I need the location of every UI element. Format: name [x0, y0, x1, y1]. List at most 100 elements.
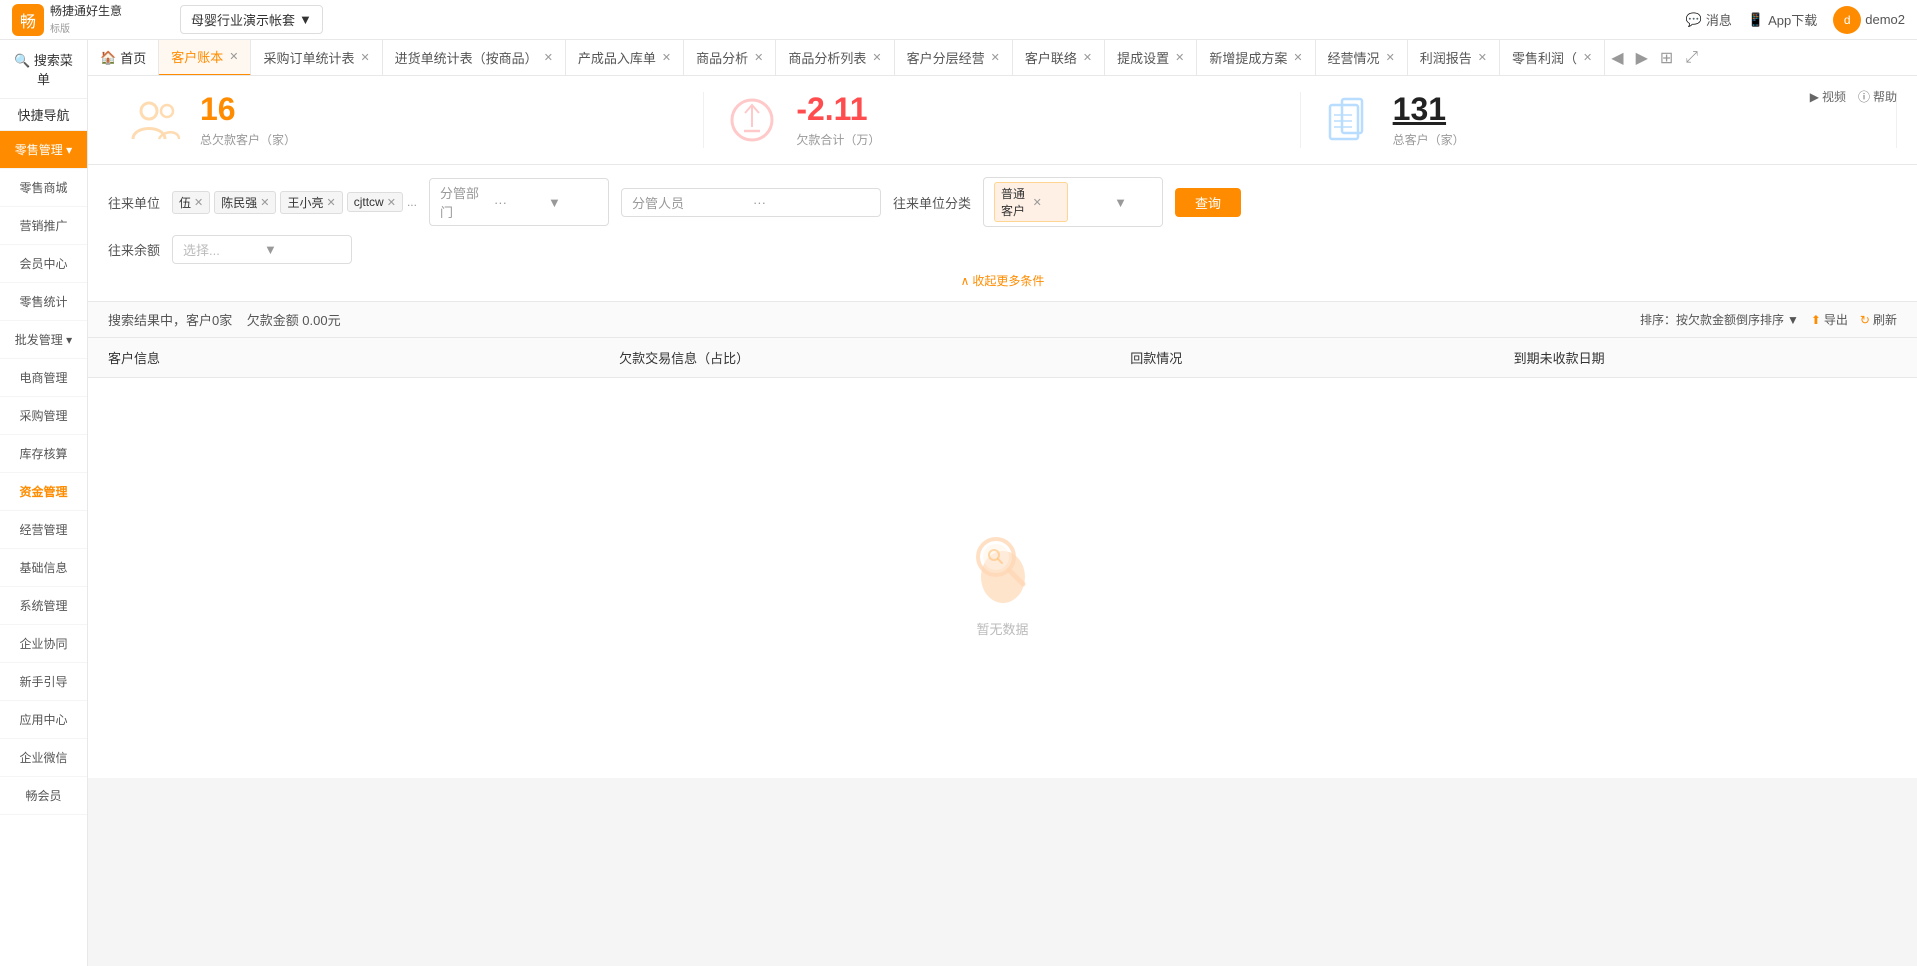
- tab-scroll-left[interactable]: ◀: [1605, 48, 1629, 68]
- tab-inbound-stat[interactable]: 进货单统计表（按商品） ✕: [383, 40, 566, 76]
- sidebar-item-marketing[interactable]: 营销推广: [0, 207, 87, 245]
- sidebar-search[interactable]: 🔍 搜索菜单: [0, 40, 87, 99]
- tab-close-icon[interactable]: ✕: [991, 51, 1000, 64]
- total-clients-label: 总客户（家）: [1393, 131, 1465, 148]
- tab-close-icon[interactable]: ✕: [754, 51, 763, 64]
- tab-goods-analysis-list[interactable]: 商品分析列表 ✕: [776, 40, 894, 76]
- sidebar: 🔍 搜索菜单 快捷导航 零售管理 ▾ 零售商城 营销推广 会员中心 零售统计 批…: [0, 40, 88, 966]
- refresh-btn[interactable]: ↻ 刷新: [1860, 311, 1897, 328]
- filter-more-btn[interactable]: ...: [407, 195, 417, 209]
- user-avatar-btn[interactable]: d demo2: [1833, 6, 1905, 34]
- sidebar-item-enterprise-wechat[interactable]: 企业微信: [0, 739, 87, 777]
- tag-close-icon[interactable]: ✕: [327, 196, 336, 209]
- tab-raise-settings[interactable]: 提成设置 ✕: [1105, 40, 1197, 76]
- tag-close-icon[interactable]: ✕: [194, 196, 203, 209]
- tab-close-icon[interactable]: ✕: [544, 51, 553, 64]
- sidebar-item-member-center[interactable]: 会员中心: [0, 245, 87, 283]
- tab-label: 首页: [120, 48, 146, 67]
- tab-fullscreen-icon[interactable]: ⤢: [1679, 49, 1704, 67]
- sort-label: 排序：按欠款金额倒序排序: [1640, 311, 1784, 328]
- tab-close-icon[interactable]: ✕: [662, 51, 671, 64]
- video-btn[interactable]: ▶ 视频: [1810, 88, 1846, 105]
- unit-class-select[interactable]: 普通客户 ✕ ▼: [983, 177, 1163, 227]
- company-selector[interactable]: 母婴行业演示帐套 ▼: [180, 5, 323, 34]
- help-label: 帮助: [1873, 88, 1897, 105]
- sidebar-item-smooth-member[interactable]: 畅会员: [0, 777, 87, 815]
- app-download-btn[interactable]: 📱 App下载: [1748, 10, 1817, 29]
- filter-tag-chen[interactable]: 陈民强 ✕: [214, 191, 276, 214]
- sidebar-item-inventory[interactable]: 库存核算: [0, 435, 87, 473]
- sidebar-item-ecommerce-mgmt[interactable]: 电商管理: [0, 359, 87, 397]
- tab-customer-segment[interactable]: 客户分层经营 ✕: [895, 40, 1013, 76]
- tab-goods-analysis[interactable]: 商品分析 ✕: [684, 40, 776, 76]
- tag-close-icon[interactable]: ✕: [260, 196, 269, 209]
- sidebar-item-operation-mgmt[interactable]: 经营管理: [0, 511, 87, 549]
- unit-class-tag[interactable]: 普通客户 ✕: [994, 182, 1068, 222]
- results-summary: 搜索结果中，客户0家 欠款金额 0.00元: [108, 310, 341, 329]
- dept-select[interactable]: 分管部门 ··· ▼: [429, 178, 609, 226]
- filter-tag-wang[interactable]: 王小亮 ✕: [280, 191, 342, 214]
- tab-retail-profit[interactable]: 零售利润（ ✕: [1500, 40, 1605, 76]
- collapse-btn[interactable]: ∧ 收起更多条件: [108, 272, 1897, 289]
- sidebar-item-retail-mgmt[interactable]: 零售管理 ▾: [0, 131, 87, 169]
- sidebar-item-enterprise-collab[interactable]: 企业协同: [0, 625, 87, 663]
- sidebar-item-system-mgmt[interactable]: 系统管理: [0, 587, 87, 625]
- stat-total-clients: 131 总客户（家）: [1301, 92, 1897, 148]
- unit-filter-tags: 伍 ✕ 陈民强 ✕ 王小亮 ✕ cjttcw ✕: [172, 191, 417, 214]
- sidebar-item-retail-stats[interactable]: 零售统计: [0, 283, 87, 321]
- sidebar-item-purchase-mgmt[interactable]: 采购管理: [0, 397, 87, 435]
- sidebar-item-basic-info[interactable]: 基础信息: [0, 549, 87, 587]
- tab-expand-icon[interactable]: ⊞: [1654, 48, 1679, 68]
- sidebar-item-new-guide[interactable]: 新手引导: [0, 663, 87, 701]
- tab-label: 产成品入库单: [578, 48, 656, 67]
- tab-customer-contact[interactable]: 客户联络 ✕: [1013, 40, 1105, 76]
- search-label: 搜索菜单: [34, 53, 73, 87]
- sort-select[interactable]: 排序：按欠款金额倒序排序 ▼: [1640, 311, 1799, 328]
- tab-close-icon[interactable]: ✕: [1478, 51, 1487, 64]
- video-label: 视频: [1822, 88, 1846, 105]
- filter-area: 往来单位 伍 ✕ 陈民强 ✕ 王小亮 ✕: [88, 165, 1917, 302]
- quick-nav[interactable]: 快捷导航: [0, 99, 87, 131]
- tab-new-raise-plan[interactable]: 新增提成方案 ✕: [1197, 40, 1315, 76]
- person-select[interactable]: 分管人员 ···: [621, 188, 881, 217]
- sidebar-item-app-center[interactable]: 应用中心: [0, 701, 87, 739]
- tab-product-inbound[interactable]: 产成品入库单 ✕: [566, 40, 684, 76]
- tab-business-status[interactable]: 经营情况 ✕: [1316, 40, 1408, 76]
- tab-close-icon[interactable]: ✕: [1083, 51, 1092, 64]
- tab-bar: 🏠 首页 客户账本 ✕ 采购订单统计表 ✕ 进货单统计表（按商品） ✕ 产成品入…: [88, 40, 1917, 76]
- tab-profit-report[interactable]: 利润报告 ✕: [1408, 40, 1500, 76]
- tab-close-icon[interactable]: ✕: [1386, 51, 1395, 64]
- tab-close-icon[interactable]: ✕: [872, 51, 881, 64]
- export-btn[interactable]: ⬆ 导出: [1811, 311, 1848, 328]
- message-btn[interactable]: 💬 消息: [1686, 10, 1732, 29]
- query-button[interactable]: 查询: [1175, 188, 1241, 217]
- tag-close-icon[interactable]: ✕: [387, 196, 396, 209]
- tab-close-icon[interactable]: ✕: [360, 51, 369, 64]
- sidebar-item-label: 企业协同: [19, 637, 67, 651]
- user-label: demo2: [1865, 12, 1905, 27]
- tab-close-icon[interactable]: ✕: [229, 50, 238, 63]
- sidebar-item-label: 零售管理: [15, 143, 63, 157]
- tab-label: 商品分析列表: [788, 48, 866, 67]
- sidebar-item-retail-mall[interactable]: 零售商城: [0, 169, 87, 207]
- tab-home[interactable]: 🏠 首页: [88, 40, 159, 76]
- dept-select-dots: ···: [494, 195, 544, 210]
- help-btn[interactable]: ⓘ 帮助: [1858, 88, 1897, 105]
- balance-select[interactable]: 选择... ▼: [172, 235, 352, 264]
- filter-tag-cjttcw[interactable]: cjttcw ✕: [347, 192, 403, 212]
- tab-close-icon[interactable]: ✕: [1583, 51, 1592, 64]
- sidebar-item-capital-mgmt[interactable]: 资金管理: [0, 473, 87, 511]
- sidebar-item-wholesale-mgmt[interactable]: 批发管理 ▾: [0, 321, 87, 359]
- home-icon: 🏠: [100, 50, 116, 66]
- tab-scroll-right[interactable]: ▶: [1630, 48, 1654, 68]
- filter-tag-wu[interactable]: 伍 ✕: [172, 191, 210, 214]
- tab-customer-capital[interactable]: 客户账本 ✕: [159, 40, 251, 76]
- sidebar-item-label: 系统管理: [19, 599, 67, 613]
- tag-close-icon[interactable]: ✕: [1033, 196, 1062, 209]
- tab-close-icon[interactable]: ✕: [1175, 51, 1184, 64]
- tab-purchase-order-stat[interactable]: 采购订单统计表 ✕: [251, 40, 382, 76]
- tag-label: cjttcw: [354, 195, 384, 209]
- col-debt-info: 欠款交易信息（占比）: [619, 348, 1130, 367]
- tab-close-icon[interactable]: ✕: [1293, 51, 1302, 64]
- sidebar-item-label: 批发管理: [15, 333, 63, 347]
